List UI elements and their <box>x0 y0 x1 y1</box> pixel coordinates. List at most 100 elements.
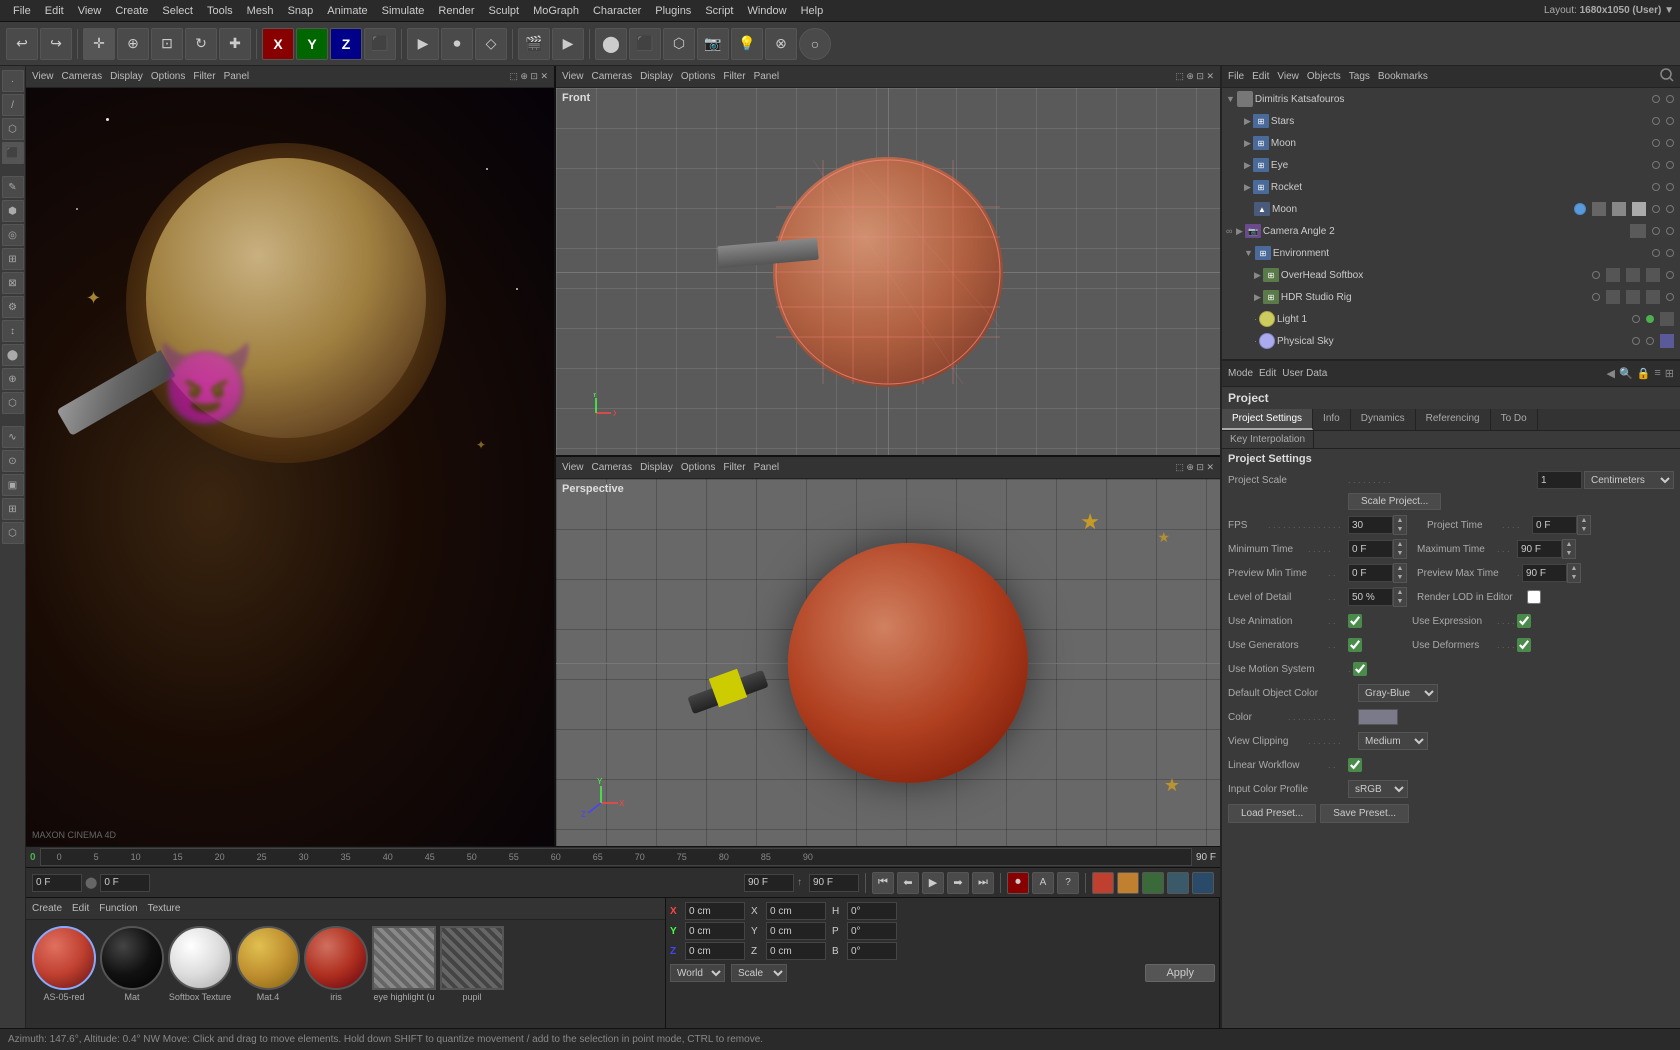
light-btn[interactable]: 💡 <box>731 28 763 60</box>
attr-lock-icon[interactable]: 🔒 <box>1637 367 1651 380</box>
om-item-moon2[interactable]: ▲ Moon <box>1222 198 1680 220</box>
attr-mode-btn[interactable]: Mode <box>1228 368 1253 379</box>
sculpt-3[interactable]: ▣ <box>2 474 24 496</box>
material-item-1[interactable]: Mat <box>100 926 164 1002</box>
current-frame-field[interactable] <box>32 874 82 892</box>
transport-orange[interactable] <box>1117 872 1139 894</box>
om-file[interactable]: File <box>1228 71 1244 82</box>
vp-panel-menu[interactable]: Panel <box>224 71 250 82</box>
y-axis-btn[interactable]: Y <box>296 28 328 60</box>
default-color-select[interactable]: Gray-Blue <box>1358 684 1438 702</box>
boole-btn[interactable]: ⊗ <box>765 28 797 60</box>
front-vp-view[interactable]: View <box>562 71 584 82</box>
transport-green[interactable] <box>1142 872 1164 894</box>
camera-btn[interactable]: 📷 <box>697 28 729 60</box>
menu-help[interactable]: Help <box>794 5 831 17</box>
ptime-dn[interactable]: ▼ <box>1578 525 1590 534</box>
tool-2[interactable]: ⬢ <box>2 200 24 222</box>
mat-edit[interactable]: Edit <box>72 903 89 914</box>
tab-referencing[interactable]: Referencing <box>1416 409 1491 430</box>
preview-min-field[interactable] <box>1348 564 1393 582</box>
pvmin-dn[interactable]: ▼ <box>1394 573 1406 582</box>
tool-4[interactable]: ⊞ <box>2 248 24 270</box>
scale-p[interactable] <box>847 922 897 940</box>
om-bookmarks[interactable]: Bookmarks <box>1378 71 1428 82</box>
tool-1[interactable]: ✎ <box>2 176 24 198</box>
front-vp-options[interactable]: Options <box>681 71 715 82</box>
tool-7[interactable]: ↕ <box>2 320 24 342</box>
pvmax-dn[interactable]: ▼ <box>1568 573 1580 582</box>
om-item-camera[interactable]: ∞ ▶ 📷 Camera Angle 2 <box>1222 220 1680 242</box>
use-def-check[interactable] <box>1517 638 1531 652</box>
menu-select[interactable]: Select <box>155 5 200 17</box>
keyframe-btn[interactable]: ◇ <box>475 28 507 60</box>
null-btn[interactable]: ○ <box>799 28 831 60</box>
menu-plugins[interactable]: Plugins <box>648 5 698 17</box>
select-tool-btn[interactable]: ✛ <box>83 28 115 60</box>
x-axis-btn[interactable]: X <box>262 28 294 60</box>
mode-objects[interactable]: ⬛ <box>2 142 24 164</box>
linear-workflow-check[interactable] <box>1348 758 1362 772</box>
material-item-2[interactable]: Softbox Texture <box>168 926 232 1002</box>
lod-up[interactable]: ▲ <box>1394 588 1406 597</box>
persp-vp-filter[interactable]: Filter <box>723 462 745 473</box>
tool-10[interactable]: ⬡ <box>2 392 24 414</box>
sculpt-4[interactable]: ⊞ <box>2 498 24 520</box>
project-scale-unit[interactable]: Centimeters Meters Millimeters <box>1584 471 1674 489</box>
mat-texture[interactable]: Texture <box>148 903 181 914</box>
menu-mesh[interactable]: Mesh <box>240 5 281 17</box>
cylinder-primitive[interactable]: ⬡ <box>663 28 695 60</box>
lod-dn[interactable]: ▼ <box>1394 597 1406 606</box>
auto-key-btn[interactable]: A <box>1032 872 1054 894</box>
front-vp-cameras[interactable]: Cameras <box>592 71 633 82</box>
persp-vp-display[interactable]: Display <box>640 462 673 473</box>
om-view[interactable]: View <box>1277 71 1299 82</box>
om-item-light1[interactable]: · Light 1 <box>1222 308 1680 330</box>
render-btn[interactable]: ▶ <box>552 28 584 60</box>
mat-create[interactable]: Create <box>32 903 62 914</box>
scale-tool-btn[interactable]: ⊡ <box>151 28 183 60</box>
menu-sculpt[interactable]: Sculpt <box>482 5 527 17</box>
use-expr-check[interactable] <box>1517 614 1531 628</box>
om-item-hdr[interactable]: ▶ ⊞ HDR Studio Rig <box>1222 286 1680 308</box>
om-edit[interactable]: Edit <box>1252 71 1269 82</box>
sculpt-2[interactable]: ⊙ <box>2 450 24 472</box>
attr-more-btn[interactable]: ≡ <box>1654 367 1660 380</box>
rot-y[interactable] <box>766 922 826 940</box>
pvmin-up[interactable]: ▲ <box>1394 564 1406 573</box>
lod-field[interactable] <box>1348 588 1393 606</box>
sculpt-1[interactable]: ∿ <box>2 426 24 448</box>
world-coord-btn[interactable]: ⬛ <box>364 28 396 60</box>
use-gen-check[interactable] <box>1348 638 1362 652</box>
apply-button[interactable]: Apply <box>1145 964 1215 982</box>
mintime-up[interactable]: ▲ <box>1394 540 1406 549</box>
menu-edit[interactable]: Edit <box>38 5 71 17</box>
vp-view-menu[interactable]: View <box>32 71 54 82</box>
tool-9[interactable]: ⊕ <box>2 368 24 390</box>
om-item-softbox[interactable]: ▶ ⊞ OverHead Softbox <box>1222 264 1680 286</box>
transport-blue[interactable] <box>1192 872 1214 894</box>
rot-x[interactable] <box>766 902 826 920</box>
undo-btn[interactable]: ↩ <box>6 28 38 60</box>
z-axis-btn[interactable]: Z <box>330 28 362 60</box>
fps-dn[interactable]: ▼ <box>1394 525 1406 534</box>
tab-todo[interactable]: To Do <box>1491 409 1538 430</box>
input-color-select[interactable]: sRGB Linear <box>1348 780 1408 798</box>
tool-8[interactable]: ⬤ <box>2 344 24 366</box>
pos-z[interactable] <box>685 942 745 960</box>
move-tool-btn[interactable]: ⊕ <box>117 28 149 60</box>
menu-mograph[interactable]: MoGraph <box>526 5 586 17</box>
material-item-4[interactable]: iris <box>304 926 368 1002</box>
frame-field-2[interactable] <box>100 874 150 892</box>
mode-edges[interactable]: / <box>2 94 24 116</box>
maxtime-dn[interactable]: ▼ <box>1563 549 1575 558</box>
goto-end-btn[interactable]: ⏭ <box>972 872 994 894</box>
project-time-field[interactable] <box>1532 516 1577 534</box>
attr-back-btn[interactable]: ◀ <box>1606 367 1614 380</box>
om-item-rocket[interactable]: ▶ ⊞ Rocket <box>1222 176 1680 198</box>
pvmax-up[interactable]: ▲ <box>1568 564 1580 573</box>
mode-polygons[interactable]: ⬡ <box>2 118 24 140</box>
front-vp-panel[interactable]: Panel <box>754 71 780 82</box>
record-btn[interactable]: ⏺ <box>441 28 473 60</box>
pos-x[interactable] <box>685 902 745 920</box>
